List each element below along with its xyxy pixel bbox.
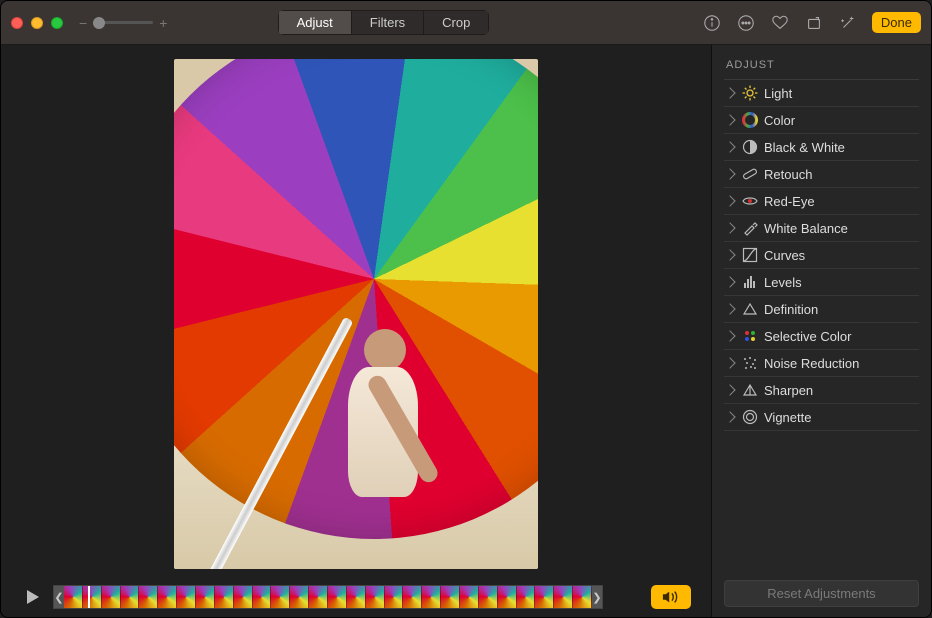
adjust-noise[interactable]: Noise Reduction — [724, 350, 919, 377]
adjust-redeye[interactable]: Red-Eye — [724, 188, 919, 215]
done-button[interactable]: Done — [872, 12, 921, 33]
reset-adjustments-button[interactable]: Reset Adjustments — [724, 580, 919, 607]
adjust-bw[interactable]: Black & White — [724, 134, 919, 161]
adjust-curves[interactable]: Curves — [724, 242, 919, 269]
zoom-thumb[interactable] — [93, 17, 105, 29]
adjust-label: Selective Color — [764, 329, 851, 344]
adjust-label: White Balance — [764, 221, 848, 236]
tab-filters[interactable]: Filters — [351, 10, 423, 35]
sharpen-icon — [742, 382, 758, 398]
eye-icon — [742, 193, 758, 209]
adjust-label: Definition — [764, 302, 818, 317]
adjust-label: Levels — [764, 275, 802, 290]
chevron-right-icon — [724, 114, 735, 125]
contrast-icon — [742, 139, 758, 155]
zoom-track[interactable] — [93, 21, 153, 24]
noise-icon — [742, 355, 758, 371]
rotate-button[interactable] — [804, 13, 824, 33]
photos-edit-window: − + Adjust Filters Crop — [0, 0, 932, 618]
adjust-levels[interactable]: Levels — [724, 269, 919, 296]
levels-icon — [742, 274, 758, 290]
adjust-selectivecolor[interactable]: Selective Color — [724, 323, 919, 350]
canvas-area: ❮ ❯ — [1, 45, 711, 617]
zoom-in-icon: + — [159, 15, 167, 31]
chevron-right-icon — [724, 276, 735, 287]
adjust-label: Noise Reduction — [764, 356, 859, 371]
favorite-button[interactable] — [770, 13, 790, 33]
adjust-sidebar: ADJUST Light Color — [711, 45, 931, 617]
adjust-light[interactable]: Light — [724, 80, 919, 107]
main-area: ❮ ❯ — [1, 45, 931, 617]
adjust-label: Red-Eye — [764, 194, 815, 209]
play-button[interactable] — [21, 585, 45, 609]
palette-icon — [742, 328, 758, 344]
minimize-window-button[interactable] — [31, 17, 43, 29]
tab-adjust[interactable]: Adjust — [278, 10, 351, 35]
close-window-button[interactable] — [11, 17, 23, 29]
video-timeline: ❮ ❯ — [1, 583, 711, 617]
adjust-definition[interactable]: Definition — [724, 296, 919, 323]
edited-photo — [174, 59, 538, 569]
chevron-right-icon — [724, 87, 735, 98]
zoom-out-icon: − — [79, 15, 87, 31]
frames[interactable] — [64, 586, 592, 608]
more-button[interactable] — [736, 13, 756, 33]
bandage-icon — [742, 166, 758, 182]
adjust-color[interactable]: Color — [724, 107, 919, 134]
image-viewport[interactable] — [1, 45, 711, 583]
filmstrip[interactable]: ❮ ❯ — [53, 585, 603, 609]
toolbar: − + Adjust Filters Crop — [1, 1, 931, 45]
playhead[interactable] — [88, 585, 90, 609]
adjust-vignette[interactable]: Vignette — [724, 404, 919, 431]
vignette-icon — [742, 409, 758, 425]
adjust-label: Vignette — [764, 410, 811, 425]
toolbar-right: Done — [702, 12, 921, 33]
chevron-right-icon — [724, 249, 735, 260]
dropper-icon — [742, 220, 758, 236]
triangle-icon — [742, 301, 758, 317]
zoom-slider[interactable]: − + — [79, 15, 167, 31]
adjust-label: Color — [764, 113, 795, 128]
fullscreen-window-button[interactable] — [51, 17, 63, 29]
color-ring-icon — [742, 112, 758, 128]
chevron-right-icon — [724, 222, 735, 233]
trim-end-handle[interactable]: ❯ — [592, 586, 602, 608]
adjust-sharpen[interactable]: Sharpen — [724, 377, 919, 404]
adjust-whitebalance[interactable]: White Balance — [724, 215, 919, 242]
chevron-right-icon — [724, 168, 735, 179]
edit-mode-tabs: Adjust Filters Crop — [278, 10, 490, 35]
auto-enhance-button[interactable] — [838, 13, 858, 33]
adjust-list: Light Color Black & White — [724, 80, 919, 580]
chevron-right-icon — [724, 303, 735, 314]
adjust-label: Sharpen — [764, 383, 813, 398]
curves-icon — [742, 247, 758, 263]
trim-start-handle[interactable]: ❮ — [54, 586, 64, 608]
chevron-right-icon — [724, 384, 735, 395]
audio-toggle-button[interactable] — [651, 585, 691, 609]
tab-crop[interactable]: Crop — [423, 10, 489, 35]
info-button[interactable] — [702, 13, 722, 33]
window-controls — [11, 17, 63, 29]
chevron-right-icon — [724, 411, 735, 422]
adjust-retouch[interactable]: Retouch — [724, 161, 919, 188]
adjust-label: Curves — [764, 248, 805, 263]
adjust-label: Retouch — [764, 167, 812, 182]
chevron-right-icon — [724, 195, 735, 206]
sun-icon — [742, 85, 758, 101]
chevron-right-icon — [724, 357, 735, 368]
chevron-right-icon — [724, 330, 735, 341]
adjust-label: Light — [764, 86, 792, 101]
sidebar-title: ADJUST — [724, 55, 919, 80]
adjust-label: Black & White — [764, 140, 845, 155]
chevron-right-icon — [724, 141, 735, 152]
